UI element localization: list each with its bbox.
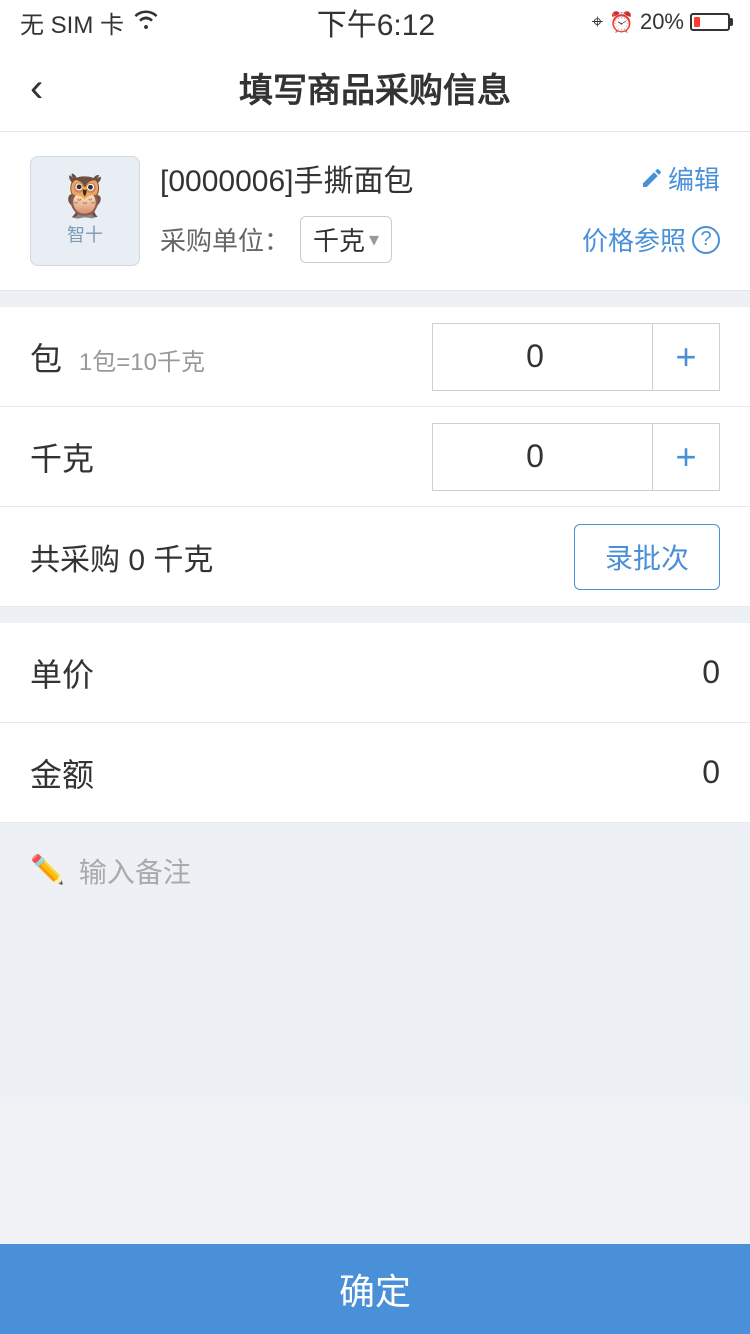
status-right: ⌖ ⏰ 20% (592, 9, 730, 35)
amount-label: 金额 (30, 750, 94, 796)
kilogram-label: 千克 (30, 434, 432, 480)
kilogram-number-input[interactable] (432, 423, 652, 491)
package-sub-label: 1包=10千克 (79, 349, 205, 376)
package-input-control: + (432, 323, 720, 391)
product-meta: 采购单位： 千克 ▾ 价格参照 ? (160, 216, 720, 263)
section-divider-2 (0, 607, 750, 623)
amount-row: 金额 0 (0, 723, 750, 823)
bottom-spacer (0, 1103, 750, 1193)
status-bar: 无 SIM 卡 下午6:12 ⌖ ⏰ 20% (0, 0, 750, 44)
unit-price-label: 单价 (30, 650, 94, 696)
summary-row: 共采购 0 千克 录批次 (0, 507, 750, 607)
product-logo-icon: 🦉 (59, 175, 111, 217)
input-section: 包 1包=10千克 + 千克 + 共采购 0 千克 录批次 (0, 307, 750, 607)
back-button[interactable]: ‹ (30, 68, 43, 108)
kilogram-input-control: + (432, 423, 720, 491)
summary-text: 共采购 0 千克 (30, 535, 213, 579)
pencil-icon: ✏️ (30, 853, 65, 886)
product-header: [0000006]手撕面包 编辑 (160, 156, 720, 200)
product-info: [0000006]手撕面包 编辑 采购单位： 千克 ▾ 价格参照 ? (160, 156, 720, 263)
price-section: 单价 0 金额 0 (0, 623, 750, 823)
kilogram-input-row: 千克 + (0, 407, 750, 507)
location-icon: ⌖ (592, 11, 603, 34)
note-input-area[interactable]: ✏️ 输入备注 (30, 851, 720, 891)
unit-price-row: 单价 0 (0, 623, 750, 723)
price-ref-button[interactable]: 价格参照 ? (582, 221, 720, 258)
price-ref-help-icon: ? (692, 226, 720, 254)
package-plus-button[interactable]: + (652, 323, 720, 391)
note-section: ✏️ 输入备注 (0, 823, 750, 1103)
edit-button[interactable]: 编辑 (640, 160, 720, 197)
package-input-row: 包 1包=10千克 + (0, 307, 750, 407)
package-label: 包 1包=10千克 (30, 334, 432, 380)
status-left: 无 SIM 卡 (20, 5, 160, 40)
note-placeholder: 输入备注 (79, 851, 191, 891)
unit-price-value: 0 (702, 654, 720, 691)
product-image: 🦉 智十 (30, 156, 140, 266)
page-title: 填写商品采购信息 (239, 63, 511, 112)
battery-icon (690, 13, 730, 31)
product-card: 🦉 智十 [0000006]手撕面包 编辑 采购单位： 千克 ▾ (0, 132, 750, 291)
no-sim-text: 无 SIM 卡 (20, 5, 124, 40)
amount-value: 0 (702, 754, 720, 791)
product-name: [0000006]手撕面包 (160, 156, 413, 200)
section-divider-1 (0, 291, 750, 307)
battery-percent: 20% (640, 9, 684, 35)
nav-bar: ‹ 填写商品采购信息 (0, 44, 750, 132)
purchase-unit: 采购单位： 千克 ▾ (160, 216, 392, 263)
confirm-button[interactable]: 确定 (0, 1244, 750, 1334)
batch-button[interactable]: 录批次 (574, 524, 720, 590)
unit-dropdown[interactable]: 千克 ▾ (300, 216, 392, 263)
kilogram-plus-button[interactable]: + (652, 423, 720, 491)
product-logo-text: 智十 (67, 221, 103, 247)
alarm-icon: ⏰ (609, 10, 634, 35)
wifi-icon (132, 8, 160, 36)
status-time: 下午6:12 (317, 0, 435, 44)
package-number-input[interactable] (432, 323, 652, 391)
